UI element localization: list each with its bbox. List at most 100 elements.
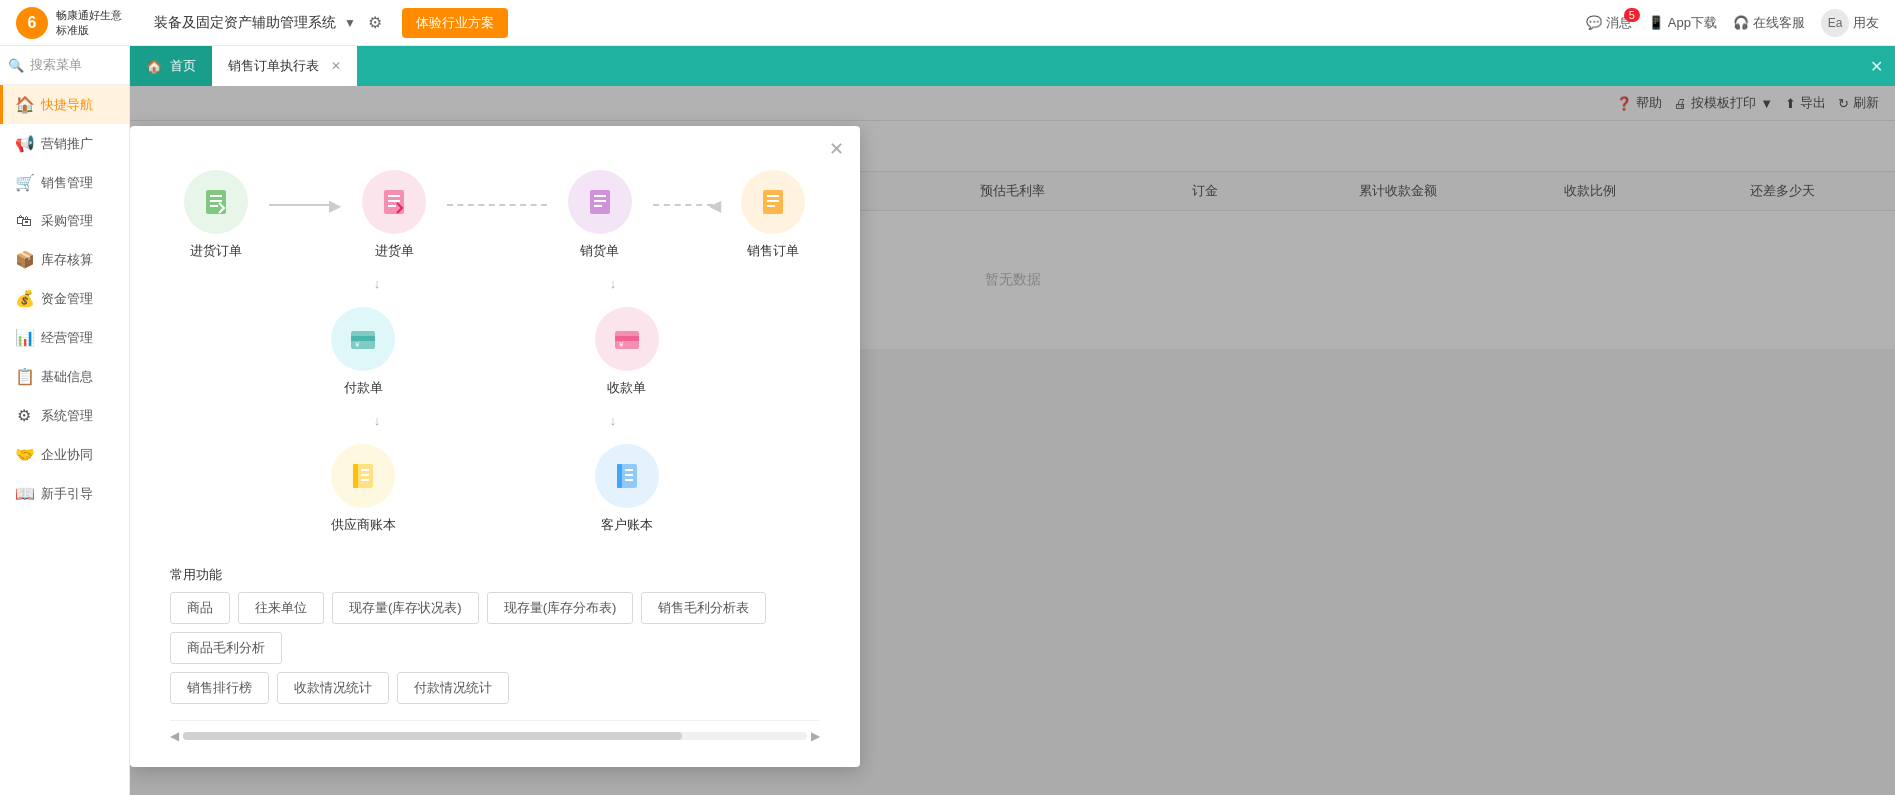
tab-bar-close-btn[interactable]: ✕ [1858, 46, 1895, 86]
home-tab-icon: 🏠 [146, 59, 162, 74]
message-badge: 5 [1624, 8, 1640, 22]
flow-node-purchase-order[interactable]: 进货订单 [176, 158, 256, 272]
svg-rect-28 [617, 464, 622, 488]
search-menu-btn[interactable]: 🔍 搜索菜单 [0, 46, 129, 85]
func-buttons-row2: 销售排行榜 收款情况统计 付款情况统计 [170, 672, 820, 704]
common-functions-title: 常用功能 [170, 566, 820, 584]
flow-node-purchase-bill[interactable]: 进货单 [354, 158, 434, 272]
purchase-bill-icon [362, 170, 426, 234]
app-download-btn[interactable]: 📱 App下载 [1648, 14, 1717, 32]
svg-rect-23 [353, 464, 358, 488]
online-service-btn[interactable]: 🎧 在线客服 [1733, 14, 1805, 32]
sidebar-item-quick-nav[interactable]: 🏠 快捷导航 [0, 85, 129, 124]
modal-scroll-area: ◀ ▶ [170, 720, 820, 743]
message-icon: 💬 [1586, 15, 1602, 30]
sales-icon: 🛒 [15, 173, 33, 192]
main-layout: 🔍 搜索菜单 🏠 快捷导航 📢 营销推广 🛒 销售管理 🛍 采购管理 📦 库存核… [0, 46, 1895, 795]
svg-text:¥: ¥ [618, 340, 624, 349]
scroll-left-btn[interactable]: ◀ [170, 729, 179, 743]
sidebar-item-finance[interactable]: 💰 资金管理 [0, 279, 129, 318]
func-btn-payment-stats[interactable]: 付款情况统计 [397, 672, 509, 704]
modal-box: ✕ [130, 126, 860, 767]
sidebar-item-newbie[interactable]: 📖 新手引导 [0, 474, 129, 513]
sales-bill-label: 销货单 [580, 242, 619, 260]
trial-btn[interactable]: 体验行业方案 [402, 8, 508, 38]
func-btn-stock-dist[interactable]: 现存量(库存分布表) [487, 592, 634, 624]
sidebar-item-sales[interactable]: 🛒 销售管理 [0, 163, 129, 202]
tab-bar: 🏠 首页 销售订单执行表 ✕ ✕ [130, 46, 1895, 86]
sidebar-item-enterprise[interactable]: 🤝 企业协同 [0, 435, 129, 474]
func-btn-receipt-stats[interactable]: 收款情况统计 [277, 672, 389, 704]
logo-area: 6 畅康通好生意 标准版 [16, 7, 146, 39]
sales-order-label: 销售订单 [747, 242, 799, 260]
user-area[interactable]: Ea 用友 [1821, 9, 1879, 37]
sales-bill-icon [568, 170, 632, 234]
system-title-area: 装备及固定资产辅助管理系统 ▼ ⚙ 体验行业方案 [154, 8, 1586, 38]
sidebar-item-basic-info[interactable]: 📋 基础信息 [0, 357, 129, 396]
logo-text: 畅康通好生意 标准版 [56, 8, 122, 37]
sidebar-item-purchase[interactable]: 🛍 采购管理 [0, 202, 129, 240]
purchase-bill-label: 进货单 [375, 242, 414, 260]
basic-info-icon: 📋 [15, 367, 33, 386]
receipt-label: 收款单 [607, 379, 646, 397]
service-icon: 🎧 [1733, 15, 1749, 30]
flow-node-payment[interactable]: ¥ 付款单 [294, 295, 434, 409]
newbie-icon: 📖 [15, 484, 33, 503]
search-icon: 🔍 [8, 58, 24, 73]
marketing-icon: 📢 [15, 134, 33, 153]
settings-gear-btn[interactable]: ⚙ [368, 13, 382, 32]
purchase-icon: 🛍 [15, 212, 33, 230]
top-header: 6 畅康通好生意 标准版 装备及固定资产辅助管理系统 ▼ ⚙ 体验行业方案 💬 … [0, 0, 1895, 46]
modal-close-btn[interactable]: ✕ [829, 138, 844, 160]
supplier-ledger-label: 供应商账本 [331, 516, 396, 534]
avatar: Ea [1821, 9, 1849, 37]
enterprise-icon: 🤝 [15, 445, 33, 464]
finance-icon: 💰 [15, 289, 33, 308]
flow-node-supplier-ledger[interactable]: 供应商账本 [294, 432, 434, 546]
tab-close-btn[interactable]: ✕ [331, 59, 341, 73]
func-btn-sales-rank[interactable]: 销售排行榜 [170, 672, 269, 704]
sidebar: 🔍 搜索菜单 🏠 快捷导航 📢 营销推广 🛒 销售管理 🛍 采购管理 📦 库存核… [0, 46, 130, 795]
sidebar-item-system[interactable]: ⚙ 系统管理 [0, 396, 129, 435]
flow-node-customer-ledger[interactable]: 客户账本 [557, 432, 697, 546]
func-btn-counterpart[interactable]: 往来单位 [238, 592, 324, 624]
scroll-thumb [183, 732, 682, 740]
purchase-order-label: 进货订单 [190, 242, 242, 260]
flow-node-sales-order[interactable]: 销售订单 [733, 158, 813, 272]
sidebar-item-marketing[interactable]: 📢 营销推广 [0, 124, 129, 163]
operations-icon: 📊 [15, 328, 33, 347]
flow-node-receipt[interactable]: ¥ 收款单 [557, 295, 697, 409]
system-title: 装备及固定资产辅助管理系统 [154, 14, 336, 32]
system-dropdown-btn[interactable]: ▼ [344, 16, 356, 30]
svg-text:¥: ¥ [354, 340, 360, 349]
download-icon: 📱 [1648, 15, 1664, 30]
func-btn-stock-status[interactable]: 现存量(库存状况表) [332, 592, 479, 624]
flow-node-sales-bill[interactable]: 销货单 [560, 158, 640, 272]
customer-ledger-label: 客户账本 [601, 516, 653, 534]
content-area: 🏠 首页 销售订单执行表 ✕ ✕ ❓ 帮助 🖨 按模板打印 [130, 46, 1895, 795]
header-right: 💬 消息 5 📱 App下载 🎧 在线客服 Ea 用友 [1586, 9, 1879, 37]
system-icon: ⚙ [15, 406, 33, 425]
func-btn-product-margin[interactable]: 商品毛利分析 [170, 632, 282, 664]
sidebar-item-operations[interactable]: 📊 经营管理 [0, 318, 129, 357]
receipt-icon: ¥ [595, 307, 659, 371]
logo-icon: 6 [16, 7, 48, 39]
func-btn-product[interactable]: 商品 [170, 592, 230, 624]
scroll-right-btn[interactable]: ▶ [811, 729, 820, 743]
message-btn[interactable]: 💬 消息 5 [1586, 14, 1632, 32]
func-buttons: 商品 往来单位 现存量(库存状况表) 现存量(库存分布表) 销售毛利分析表 商品… [170, 592, 820, 664]
modal-overlay: ✕ [130, 86, 1895, 795]
tab-home[interactable]: 🏠 首页 [130, 46, 212, 86]
payment-icon: ¥ [331, 307, 395, 371]
customer-ledger-icon [595, 444, 659, 508]
purchase-order-icon [184, 170, 248, 234]
home-icon: 🏠 [15, 95, 33, 114]
sidebar-item-inventory[interactable]: 📦 库存核算 [0, 240, 129, 279]
page-content: ❓ 帮助 🖨 按模板打印 ▼ ⬆ 导出 ↻ 刷新 [130, 86, 1895, 795]
common-functions: 常用功能 商品 往来单位 现存量(库存状况表) 现存量(库存分布表) 销售毛利分… [170, 566, 820, 704]
scroll-track[interactable] [183, 732, 807, 740]
func-btn-sales-margin[interactable]: 销售毛利分析表 [641, 592, 766, 624]
payment-label: 付款单 [344, 379, 383, 397]
supplier-ledger-icon [331, 444, 395, 508]
tab-sales-order-exec[interactable]: 销售订单执行表 ✕ [212, 46, 357, 86]
